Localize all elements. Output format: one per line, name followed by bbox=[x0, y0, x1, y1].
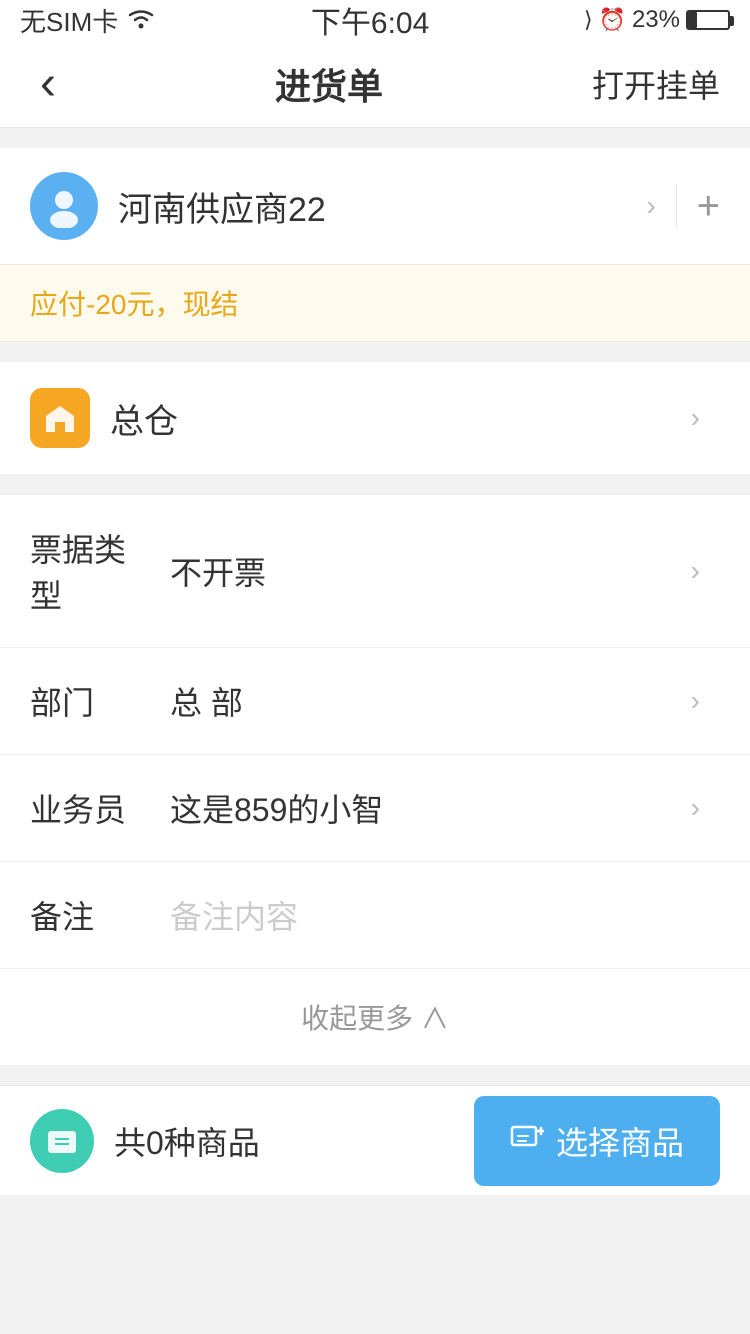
location-icon: ⟩ bbox=[584, 7, 593, 33]
status-right: ⟩ ⏰ 23% bbox=[584, 6, 730, 34]
salesman-value: 这是859的小智 bbox=[170, 785, 691, 831]
warehouse-row[interactable]: 总仓 › bbox=[0, 362, 750, 474]
invoice-type-label: 票据类型 bbox=[30, 525, 150, 617]
divider-1 bbox=[0, 128, 750, 148]
status-left: 无SIM卡 bbox=[20, 2, 156, 39]
divider-2 bbox=[0, 342, 750, 362]
battery-icon bbox=[686, 10, 730, 30]
form-section: 票据类型 不开票 › 部门 总 部 › 业务员 这是859的小智 › 备注 备注… bbox=[0, 494, 750, 1065]
select-product-icon bbox=[510, 1121, 544, 1160]
status-time: 下午6:04 bbox=[311, 0, 429, 42]
page-title: 进货单 bbox=[275, 58, 383, 110]
product-icon-bg bbox=[30, 1109, 94, 1173]
nav-bar: ‹ 进货单 打开挂单 bbox=[0, 40, 750, 128]
department-label: 部门 bbox=[30, 678, 150, 724]
open-pending-button[interactable]: 打开挂单 bbox=[592, 61, 720, 107]
bottom-bar: 共0种商品 选择商品 bbox=[0, 1085, 750, 1195]
supplier-section: 河南供应商22 › + 应付-20元，现结 bbox=[0, 148, 750, 342]
product-count: 共0种商品 bbox=[114, 1118, 474, 1164]
remark-input[interactable]: 备注内容 bbox=[170, 892, 720, 938]
wifi-icon bbox=[126, 5, 156, 36]
remark-row[interactable]: 备注 备注内容 bbox=[0, 861, 750, 968]
alarm-icon: ⏰ bbox=[599, 7, 626, 33]
divider-3 bbox=[0, 474, 750, 494]
warehouse-chevron-icon: › bbox=[691, 402, 700, 434]
invoice-type-value: 不开票 bbox=[170, 548, 691, 594]
back-button[interactable]: ‹ bbox=[30, 46, 66, 121]
invoice-type-row[interactable]: 票据类型 不开票 › bbox=[0, 494, 750, 647]
supplier-avatar bbox=[30, 172, 98, 240]
add-supplier-icon[interactable]: + bbox=[676, 184, 720, 229]
warehouse-section: 总仓 › bbox=[0, 362, 750, 474]
remark-label: 备注 bbox=[30, 892, 150, 938]
battery-percent: 23% bbox=[632, 6, 680, 34]
select-product-button[interactable]: 选择商品 bbox=[474, 1096, 720, 1186]
salesman-chevron-icon: › bbox=[691, 792, 700, 824]
select-product-label: 选择商品 bbox=[556, 1118, 684, 1164]
supplier-name: 河南供应商22 bbox=[118, 182, 646, 231]
warehouse-icon-bg bbox=[30, 388, 90, 448]
salesman-label: 业务员 bbox=[30, 785, 150, 831]
notice-bar: 应付-20元，现结 bbox=[0, 264, 750, 342]
collapse-label: 收起更多 ∧ bbox=[301, 1003, 449, 1034]
collapse-button[interactable]: 收起更多 ∧ bbox=[0, 968, 750, 1065]
salesman-row[interactable]: 业务员 这是859的小智 › bbox=[0, 754, 750, 861]
department-chevron-icon: › bbox=[691, 685, 700, 717]
supplier-chevron-icon: › bbox=[646, 190, 655, 222]
status-bar: 无SIM卡 下午6:04 ⟩ ⏰ 23% bbox=[0, 0, 750, 40]
sim-text: 无SIM卡 bbox=[20, 2, 118, 39]
department-row[interactable]: 部门 总 部 › bbox=[0, 647, 750, 754]
invoice-type-chevron-icon: › bbox=[691, 555, 700, 587]
notice-text: 应付-20元，现结 bbox=[30, 289, 238, 320]
warehouse-name: 总仓 bbox=[110, 394, 691, 443]
department-value: 总 部 bbox=[170, 678, 691, 724]
supplier-row[interactable]: 河南供应商22 › + bbox=[0, 148, 750, 264]
